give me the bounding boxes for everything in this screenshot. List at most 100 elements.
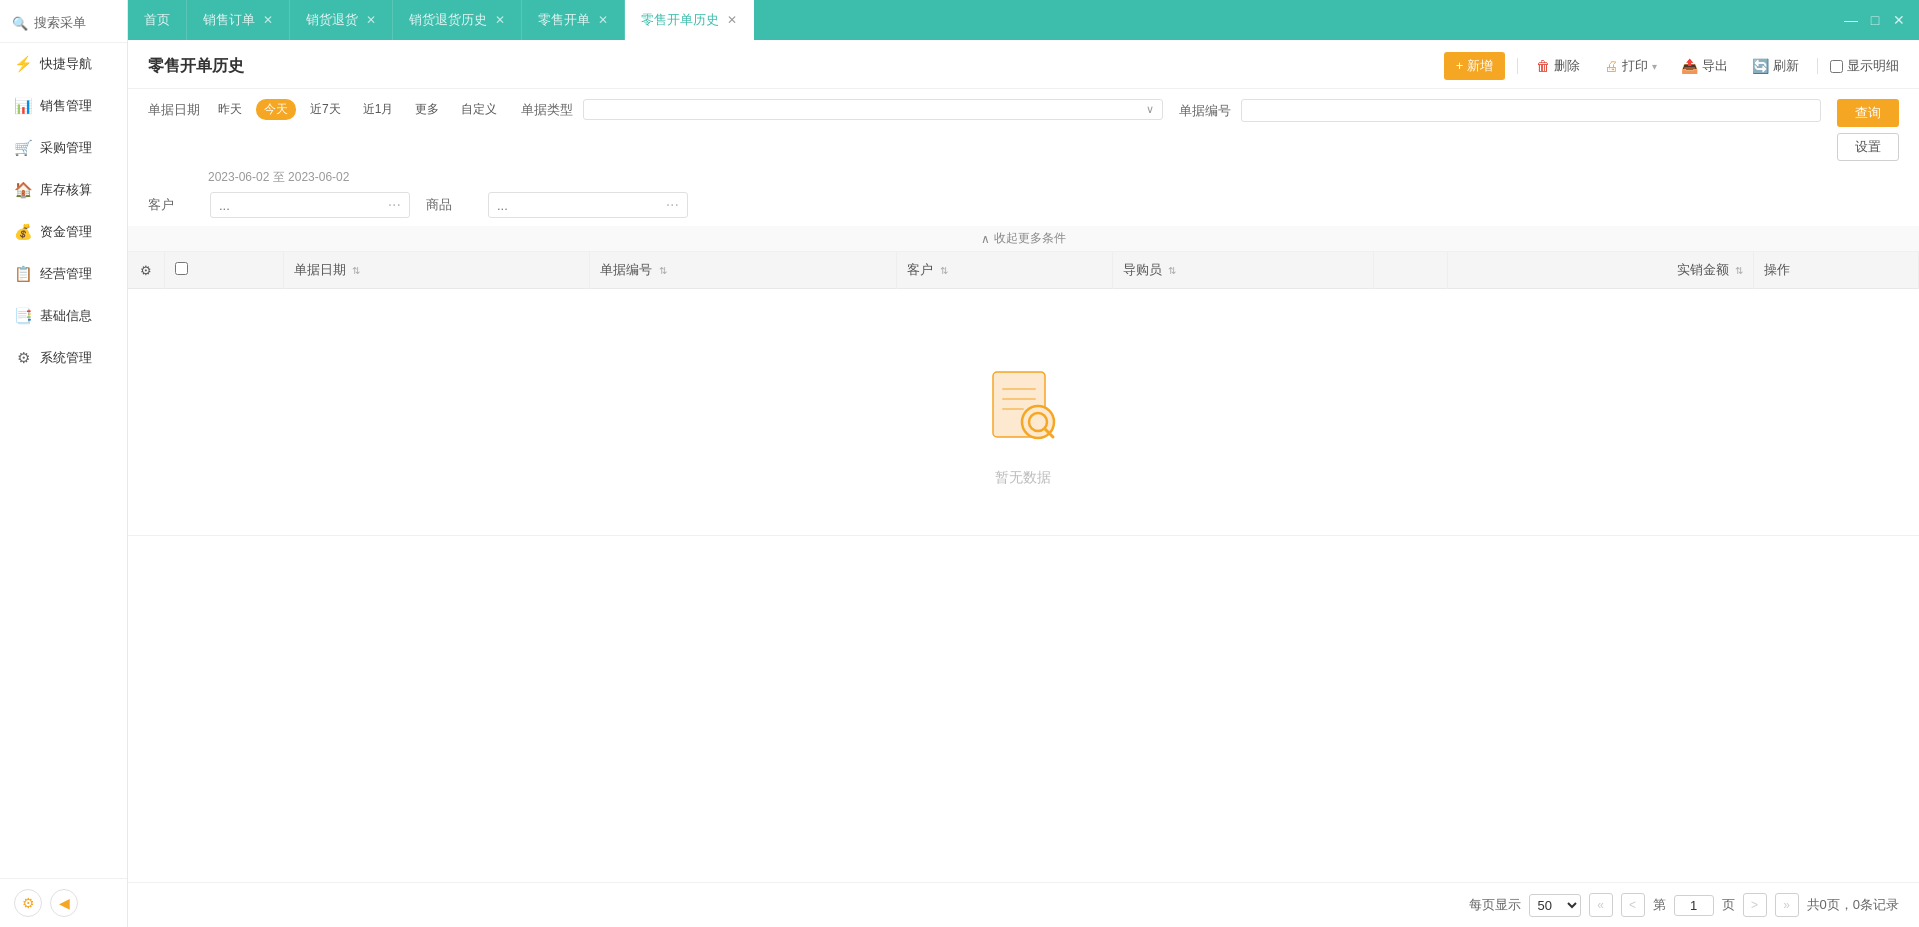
- sidebar-item-inventory[interactable]: 🏠 库存核算: [0, 169, 127, 211]
- sidebar-collapse-btn[interactable]: ◀: [50, 889, 78, 917]
- toolbar: + 新增 🗑 删除 🖨 打印 ▾ 📤 导出 🔄 刷新: [1444, 52, 1899, 80]
- next-page-btn[interactable]: >: [1743, 893, 1767, 917]
- quick-nav-icon: ⚡: [14, 55, 32, 73]
- tab-retail-open-close[interactable]: ✕: [598, 13, 608, 27]
- sidebar-item-system[interactable]: ⚙ 系统管理: [0, 337, 127, 379]
- tab-retail-history-label: 零售开单历史: [641, 11, 719, 29]
- action-buttons: 查询 设置: [1837, 99, 1899, 161]
- col-guide[interactable]: 导购员 ⇅: [1112, 252, 1373, 289]
- refresh-button[interactable]: 🔄 刷新: [1746, 53, 1805, 79]
- maximize-btn[interactable]: □: [1865, 10, 1885, 30]
- sidebar-footer: ⚙ ◀: [0, 878, 127, 927]
- sidebar-item-purchase-mgmt[interactable]: 🛒 采购管理: [0, 127, 127, 169]
- tab-sales-order-close[interactable]: ✕: [263, 13, 273, 27]
- bill-no-label: 单据编号: [1179, 102, 1235, 120]
- date-btn-custom[interactable]: 自定义: [453, 99, 505, 120]
- display-detail-checkbox[interactable]: [1830, 60, 1843, 73]
- operations-icon: 📋: [14, 265, 32, 283]
- type-filter-select[interactable]: ∨: [583, 99, 1163, 120]
- first-page-icon: «: [1597, 898, 1604, 912]
- per-page-select[interactable]: 10 20 50 100: [1529, 894, 1581, 917]
- goods-label: 商品: [426, 196, 482, 214]
- minimize-btn[interactable]: —: [1841, 10, 1861, 30]
- query-button[interactable]: 查询: [1837, 99, 1899, 127]
- page-title: 零售开单历史: [148, 56, 244, 77]
- close-btn[interactable]: ✕: [1889, 10, 1909, 30]
- tab-retail-history[interactable]: 零售开单历史 ✕: [625, 0, 754, 40]
- sidebar-item-operations[interactable]: 📋 经营管理: [0, 253, 127, 295]
- print-button[interactable]: 🖨 打印 ▾: [1598, 53, 1663, 79]
- export-button[interactable]: 📤 导出: [1675, 53, 1734, 79]
- tab-sales-return-label: 销货退货: [306, 11, 358, 29]
- col-customer[interactable]: 客户 ⇅: [897, 252, 1113, 289]
- customer-dots-icon[interactable]: ···: [388, 196, 401, 214]
- page-number-input[interactable]: [1674, 895, 1714, 916]
- date-btn-more[interactable]: 更多: [407, 99, 447, 120]
- page-label: 第: [1653, 896, 1666, 914]
- col-customer-label: 客户: [907, 262, 933, 277]
- goods-input-wrap: ···: [488, 192, 688, 218]
- inventory-icon: 🏠: [14, 181, 32, 199]
- delete-button[interactable]: 🗑 删除: [1530, 53, 1586, 79]
- collapse-label: 收起更多条件: [994, 230, 1066, 247]
- main-area: 首页 销售订单 ✕ 销货退货 ✕ 销货退货历史 ✕ 零售开单 ✕ 零售开单历史 …: [128, 0, 1919, 927]
- page-header: 零售开单历史 + 新增 🗑 删除 🖨 打印 ▾ 📤 导出 �: [128, 40, 1919, 89]
- bill-no-sort-icon: ⇅: [659, 265, 667, 276]
- table-wrapper: ⚙ 单据日期 ⇅ 单据编号 ⇅: [128, 252, 1919, 882]
- customer-input-wrap: ···: [210, 192, 410, 218]
- tab-retail-history-close[interactable]: ✕: [727, 13, 737, 27]
- table-body: 暂无数据: [128, 289, 1919, 536]
- sidebar-item-sales-mgmt[interactable]: 📊 销售管理: [0, 85, 127, 127]
- new-button[interactable]: + 新增: [1444, 52, 1505, 80]
- per-page-label: 每页显示: [1469, 896, 1521, 914]
- sidebar-item-finance[interactable]: 💰 资金管理: [0, 211, 127, 253]
- bill-no-input-wrap: [1241, 99, 1821, 122]
- tab-sales-order-label: 销售订单: [203, 11, 255, 29]
- tab-bar: 首页 销售订单 ✕ 销货退货 ✕ 销货退货历史 ✕ 零售开单 ✕ 零售开单历史 …: [128, 0, 1919, 40]
- next-page-icon: >: [1751, 898, 1758, 912]
- tab-sales-return[interactable]: 销货退货 ✕: [290, 0, 393, 40]
- col-settings[interactable]: ⚙: [128, 252, 164, 289]
- select-all-checkbox[interactable]: [175, 262, 188, 275]
- sidebar-item-label: 快捷导航: [40, 55, 92, 73]
- prev-page-btn[interactable]: <: [1621, 893, 1645, 917]
- tab-sales-return-history[interactable]: 销货退货历史 ✕: [393, 0, 522, 40]
- empty-text: 暂无数据: [995, 469, 1051, 487]
- sidebar-settings-btn[interactable]: ⚙: [14, 889, 42, 917]
- date-btn-yesterday[interactable]: 昨天: [210, 99, 250, 120]
- col-bill-no[interactable]: 单据编号 ⇅: [590, 252, 897, 289]
- collapse-bar[interactable]: ∧ 收起更多条件: [128, 226, 1919, 252]
- tab-sales-return-close[interactable]: ✕: [366, 13, 376, 27]
- date-btn-7days[interactable]: 近7天: [302, 99, 349, 120]
- col-date[interactable]: 单据日期 ⇅: [283, 252, 590, 289]
- settings-button[interactable]: 设置: [1837, 133, 1899, 161]
- tab-retail-open[interactable]: 零售开单 ✕: [522, 0, 625, 40]
- tab-home[interactable]: 首页: [128, 0, 187, 40]
- sidebar-item-basic-info[interactable]: 📑 基础信息: [0, 295, 127, 337]
- tab-sales-return-history-close[interactable]: ✕: [495, 13, 505, 27]
- col-checkbox[interactable]: [164, 252, 283, 289]
- customer-input[interactable]: [219, 198, 388, 213]
- refresh-icon: 🔄: [1752, 58, 1769, 74]
- sidebar-item-label: 销售管理: [40, 97, 92, 115]
- display-detail-checkbox-wrap[interactable]: 显示明细: [1830, 57, 1899, 75]
- sidebar-item-quick-nav[interactable]: ⚡ 快捷导航: [0, 43, 127, 85]
- tab-sales-order[interactable]: 销售订单 ✕: [187, 0, 290, 40]
- customer-label: 客户: [148, 196, 204, 214]
- delete-label: 删除: [1554, 57, 1580, 75]
- sidebar-search[interactable]: 🔍 搜索采单: [0, 0, 127, 43]
- print-icon: 🖨: [1604, 58, 1618, 74]
- tab-home-label: 首页: [144, 11, 170, 29]
- first-page-btn[interactable]: «: [1589, 893, 1613, 917]
- last-page-btn[interactable]: »: [1775, 893, 1799, 917]
- total-info: 共0页，0条记录: [1807, 896, 1899, 914]
- empty-icon: [973, 357, 1073, 457]
- goods-input[interactable]: [497, 198, 666, 213]
- customer-sort-icon: ⇅: [940, 265, 948, 276]
- date-btn-1month[interactable]: 近1月: [355, 99, 402, 120]
- col-amount[interactable]: 实销金额 ⇅: [1447, 252, 1754, 289]
- date-btn-today[interactable]: 今天: [256, 99, 296, 120]
- col-settings-icon[interactable]: ⚙: [140, 263, 152, 278]
- goods-dots-icon[interactable]: ···: [666, 196, 679, 214]
- bill-no-input[interactable]: [1250, 103, 1812, 118]
